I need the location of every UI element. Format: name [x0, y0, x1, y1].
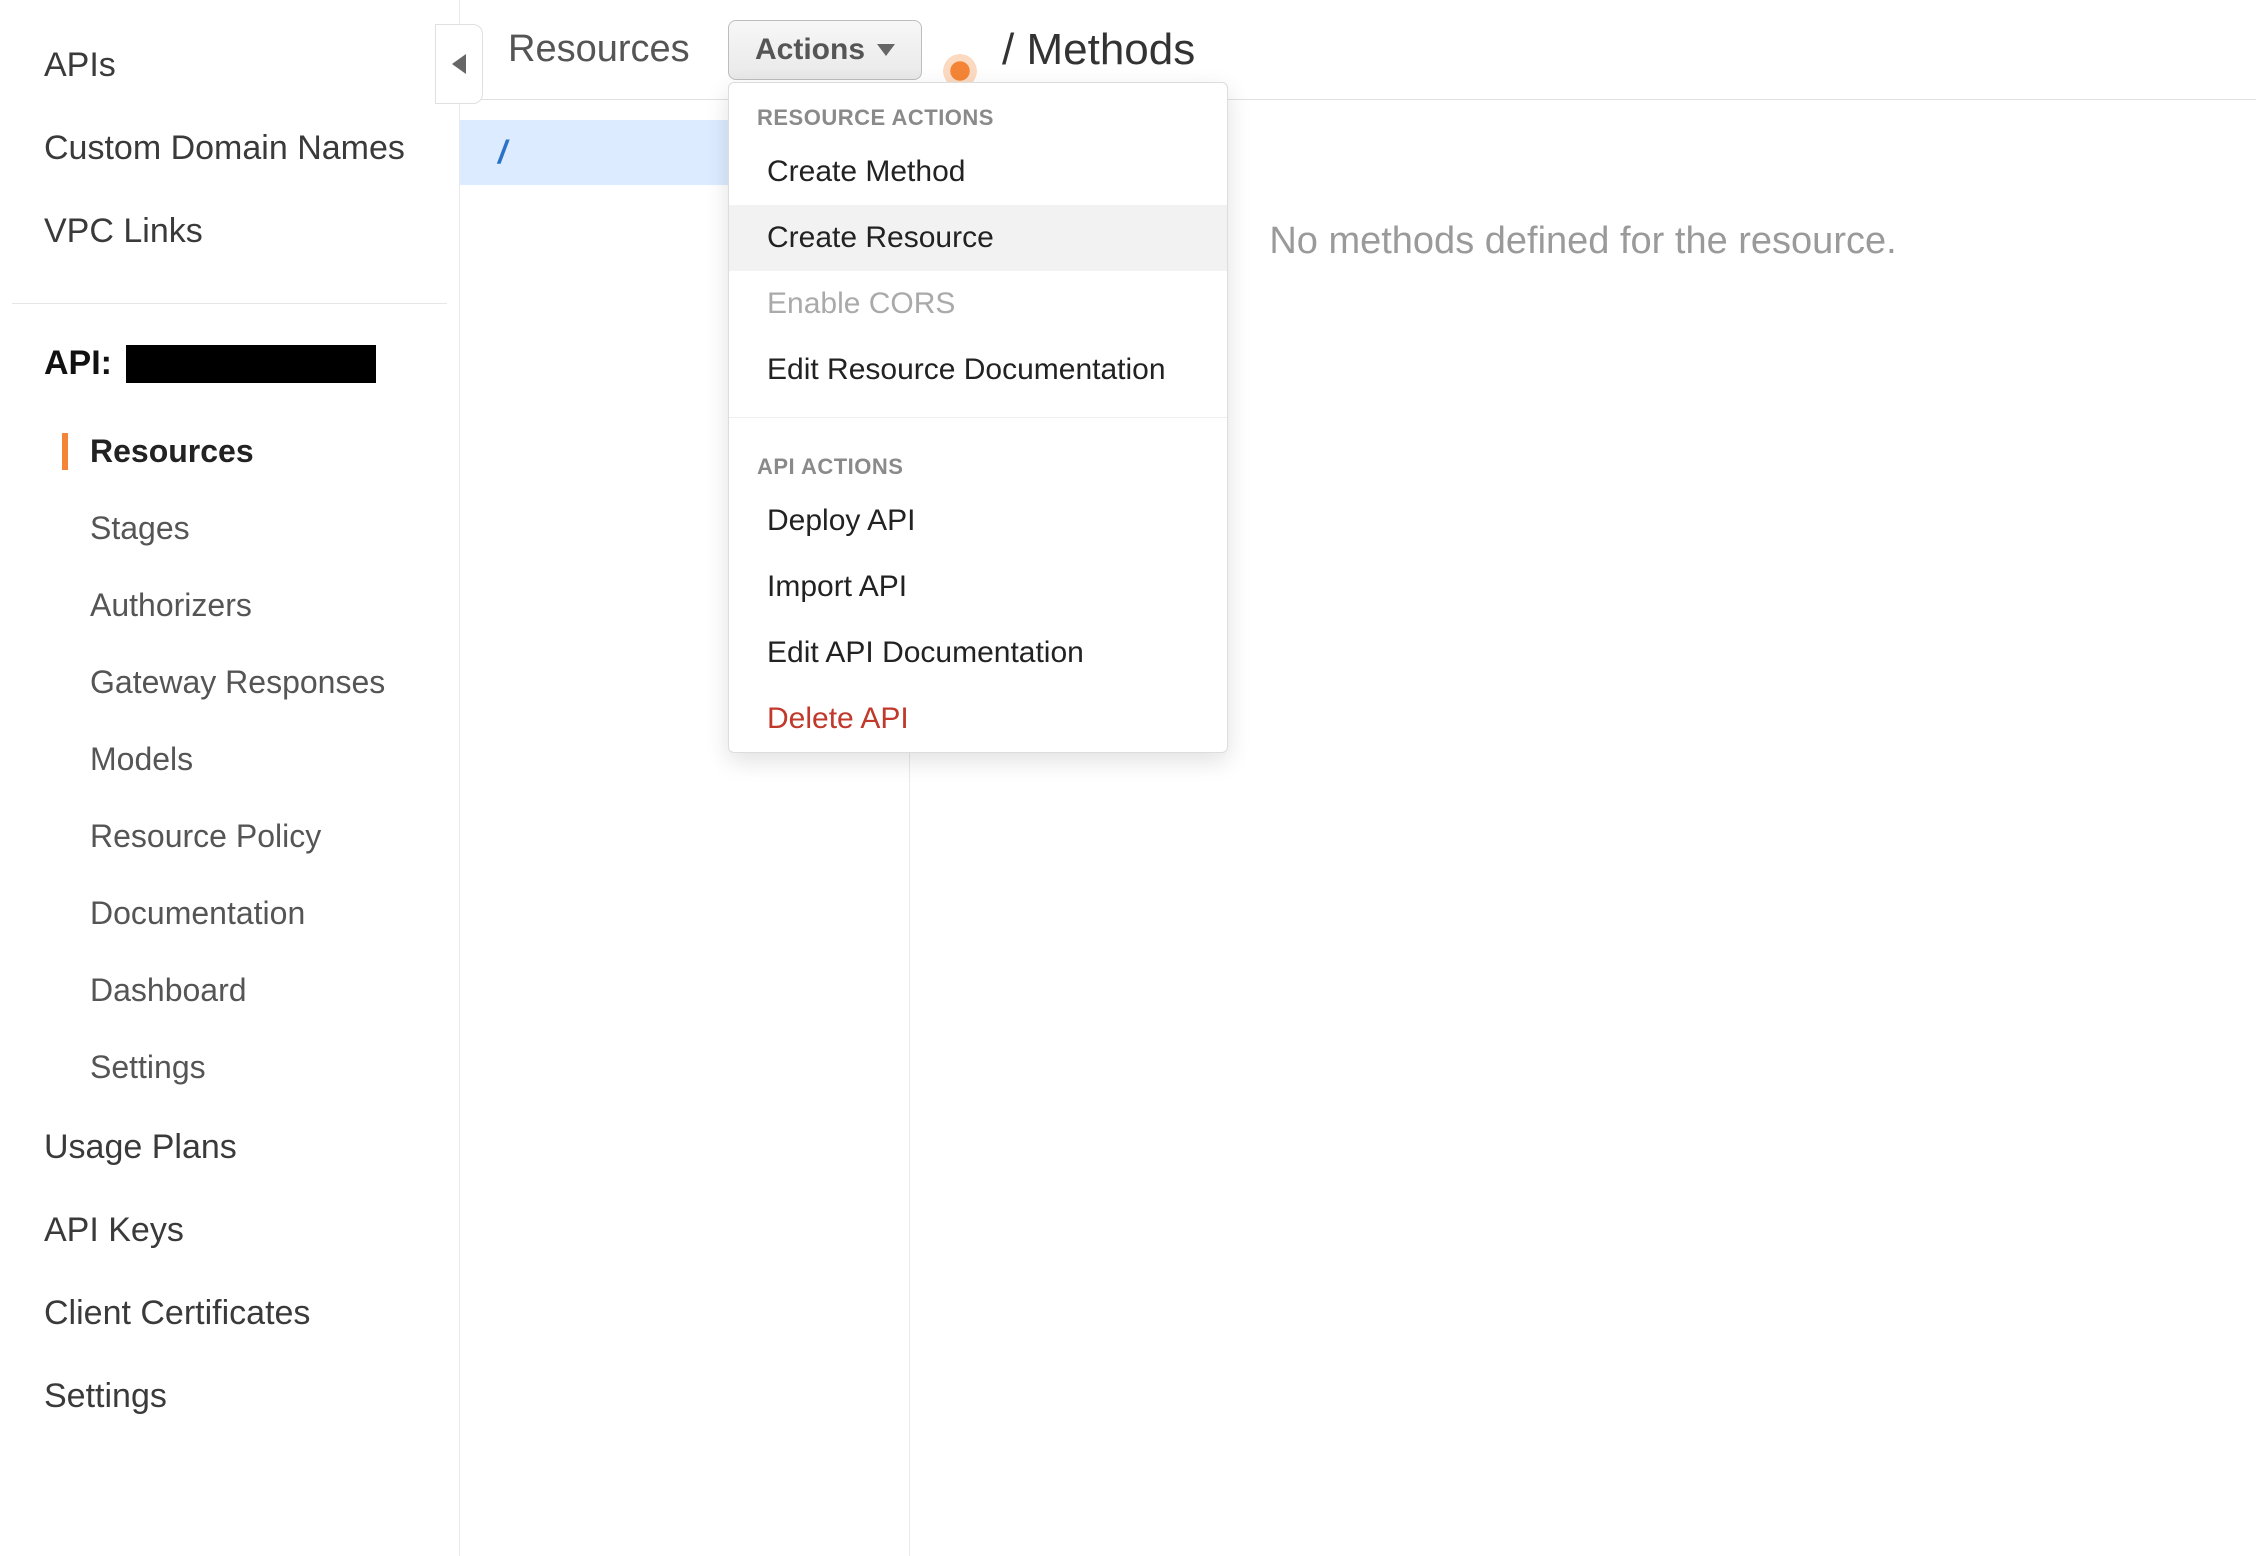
subnav-settings[interactable]: Settings — [0, 1029, 459, 1106]
actions-label: Actions — [755, 33, 865, 67]
subnav-models[interactable]: Models — [0, 721, 459, 798]
caret-down-icon — [877, 44, 895, 56]
nav-api-keys[interactable]: API Keys — [0, 1189, 459, 1272]
panel-title: Resources — [508, 28, 688, 71]
dropdown-separator — [729, 417, 1227, 418]
main-area: Resources Actions RESOURCE ACTIONS Creat… — [460, 0, 2256, 1556]
subnav-resources[interactable]: Resources — [0, 413, 459, 490]
actions-wrap: Actions RESOURCE ACTIONS Create Method C… — [728, 20, 922, 80]
actions-dropdown: RESOURCE ACTIONS Create Method Create Re… — [728, 82, 1228, 753]
nav-bottom: Usage Plans API Keys Client Certificates… — [0, 1106, 459, 1438]
breadcrumb-slash: / — [1002, 25, 1014, 74]
menu-enable-cors: Enable CORS — [729, 271, 1227, 337]
sidebar-divider — [12, 303, 447, 304]
sidebar: APIs Custom Domain Names VPC Links API: … — [0, 0, 460, 1556]
header-row: Resources Actions RESOURCE ACTIONS Creat… — [460, 0, 2256, 100]
menu-deploy-api[interactable]: Deploy API — [729, 488, 1227, 554]
nav-top: APIs Custom Domain Names VPC Links — [0, 24, 459, 273]
api-name-redacted — [126, 345, 376, 383]
nav-global-settings[interactable]: Settings — [0, 1355, 459, 1438]
actions-button[interactable]: Actions — [728, 20, 922, 80]
subnav-dashboard[interactable]: Dashboard — [0, 952, 459, 1029]
api-subnav: Resources Stages Authorizers Gateway Res… — [0, 395, 459, 1106]
subnav-documentation[interactable]: Documentation — [0, 875, 459, 952]
menu-create-method[interactable]: Create Method — [729, 139, 1227, 205]
dropdown-section-resource-actions: RESOURCE ACTIONS — [729, 83, 1227, 139]
subnav-gateway-responses[interactable]: Gateway Responses — [0, 644, 459, 721]
chevron-left-icon — [452, 54, 466, 74]
dropdown-section-api-actions: API ACTIONS — [729, 432, 1227, 488]
menu-create-resource[interactable]: Create Resource — [729, 205, 1227, 271]
subnav-stages[interactable]: Stages — [0, 490, 459, 567]
menu-delete-api[interactable]: Delete API — [729, 686, 1227, 752]
nav-client-certificates[interactable]: Client Certificates — [0, 1272, 459, 1355]
page-title: Methods — [1026, 25, 1195, 74]
nav-apis[interactable]: APIs — [0, 24, 459, 107]
path-title: / Methods — [1002, 25, 1195, 75]
nav-custom-domain-names[interactable]: Custom Domain Names — [0, 107, 459, 190]
menu-import-api[interactable]: Import API — [729, 554, 1227, 620]
menu-edit-resource-documentation[interactable]: Edit Resource Documentation — [729, 337, 1227, 403]
subnav-resource-policy[interactable]: Resource Policy — [0, 798, 459, 875]
menu-edit-api-documentation[interactable]: Edit API Documentation — [729, 620, 1227, 686]
nav-usage-plans[interactable]: Usage Plans — [0, 1106, 459, 1189]
api-label-row: API: — [0, 334, 459, 395]
subnav-authorizers[interactable]: Authorizers — [0, 567, 459, 644]
nav-vpc-links[interactable]: VPC Links — [0, 190, 459, 273]
api-label: API: — [44, 344, 112, 383]
sidebar-collapse-button[interactable] — [435, 24, 483, 104]
